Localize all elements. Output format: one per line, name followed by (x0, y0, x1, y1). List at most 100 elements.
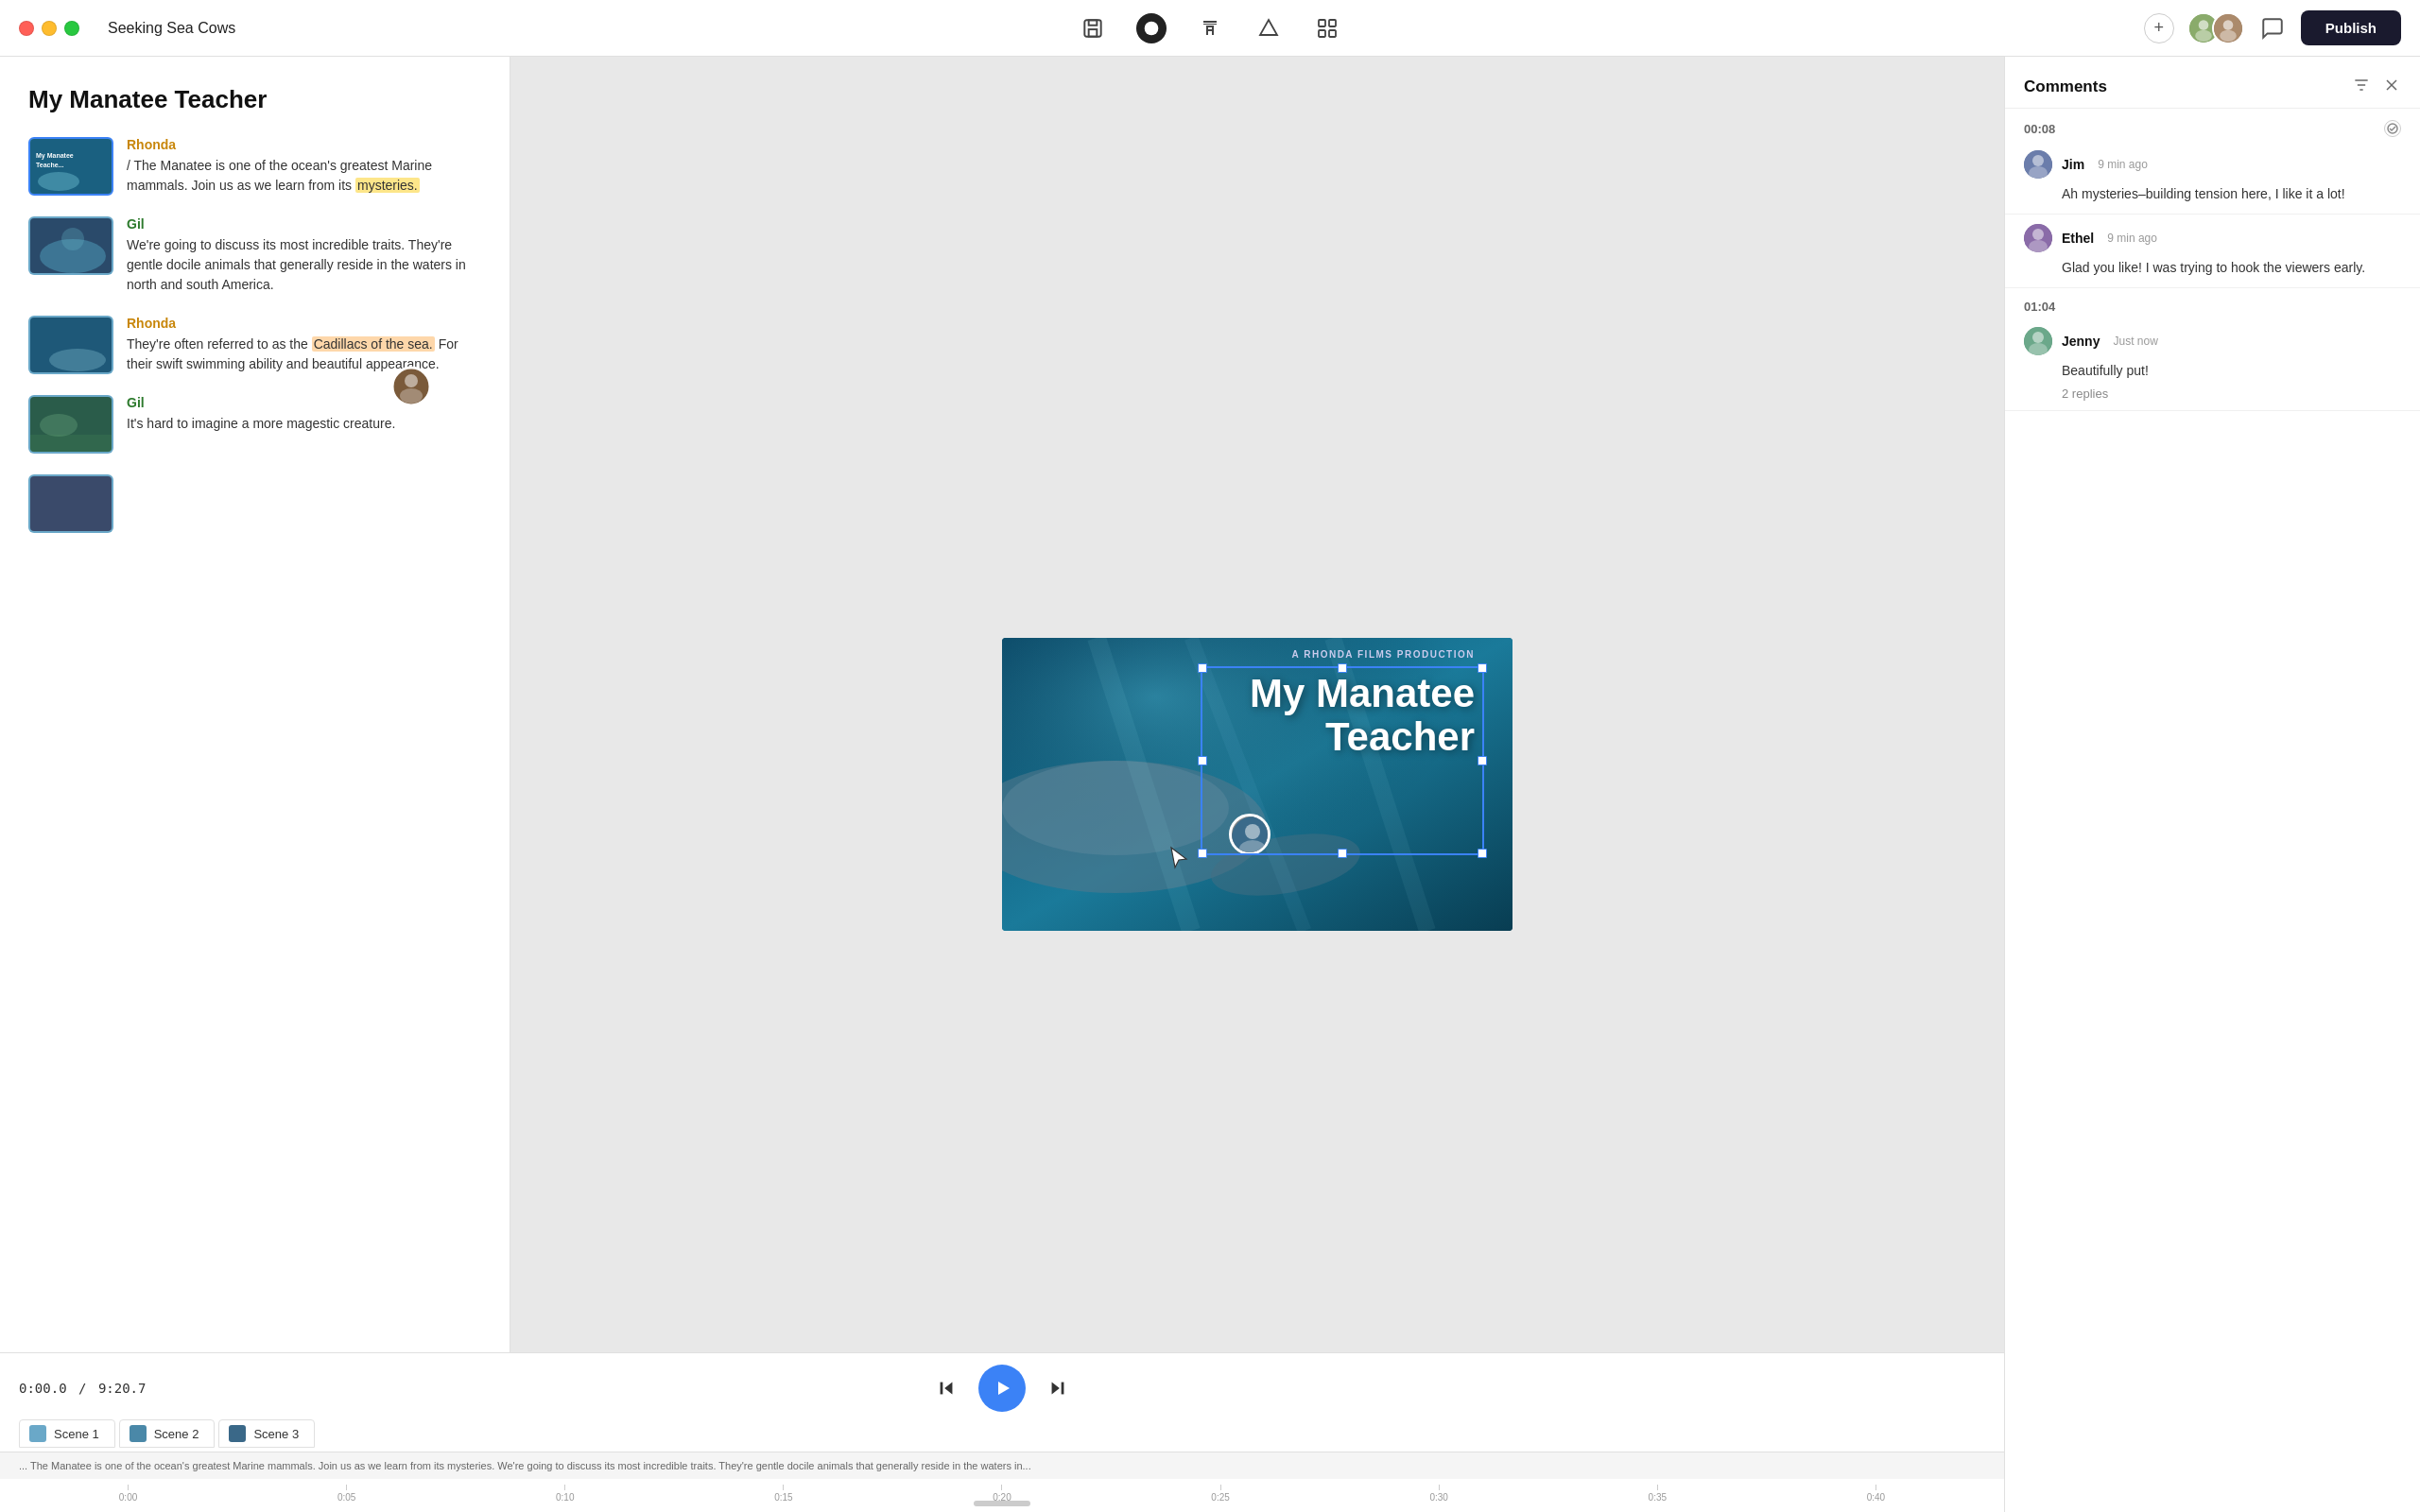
transcript-title: My Manatee Teacher (28, 85, 481, 114)
playback-controls: 0:00.0 / 9:20.7 (0, 1353, 2004, 1419)
svg-rect-2 (1089, 29, 1098, 37)
video-preview[interactable]: A RHONDA FILMS PRODUCTION My Manatee Tea… (1002, 638, 1512, 931)
collaborator-avatars (2187, 12, 2244, 44)
shape-tool-icon[interactable] (1253, 13, 1284, 43)
svg-rect-58 (941, 1383, 943, 1395)
video-production-label: A RHONDA FILMS PRODUCTION (1292, 649, 1475, 660)
publish-button[interactable]: Publish (2301, 10, 2401, 45)
chat-icon[interactable] (2257, 13, 2288, 43)
bottom-bar: 0:00.0 / 9:20.7 Scene 1 (0, 1352, 2004, 1512)
comment-meta: Ethel 9 min ago (2024, 224, 2401, 252)
commenter-name-jenny: Jenny (2062, 334, 2100, 349)
svg-rect-28 (30, 435, 113, 454)
minimize-button[interactable] (42, 21, 57, 36)
titlebar-right: + Publish (2144, 10, 2401, 45)
comment-meta: Jim 9 min ago (2024, 150, 2401, 179)
timeline-area: Scene 1 Scene 2 Scene 3 ... The Manatee … (0, 1419, 2004, 1512)
text-tool-icon[interactable] (1195, 13, 1225, 43)
segment-content: Gil It's hard to imagine a more magestic… (127, 395, 481, 454)
svg-marker-60 (1052, 1383, 1060, 1395)
segment-thumbnail[interactable] (28, 474, 113, 533)
skip-back-button[interactable] (929, 1371, 963, 1405)
transcript-segment: Gil It's hard to imagine a more magestic… (28, 395, 481, 454)
timestamp-group: 00:08 (2005, 109, 2420, 141)
ruler-tick-8: 0:40 (1767, 1485, 1985, 1503)
scene-tab-3[interactable]: Scene 3 (218, 1419, 315, 1448)
svg-point-14 (2220, 29, 2237, 41)
transcript-strip: ... The Manatee is one of the ocean's gr… (0, 1452, 2004, 1479)
play-button[interactable] (978, 1365, 1026, 1412)
commenter-name-ethel: Ethel (2062, 231, 2094, 246)
comment-meta-jenny: Jenny Just now (2024, 327, 2401, 355)
svg-marker-57 (944, 1383, 952, 1395)
comments-title: Comments (2024, 77, 2107, 96)
close-button[interactable] (19, 21, 34, 36)
segment-thumbnail[interactable] (28, 216, 113, 275)
segment-content: Rhonda / The Manatee is one of the ocean… (127, 137, 481, 196)
comment-item-jenny: Jenny Just now Beautifully put! 2 replie… (2005, 318, 2420, 411)
svg-point-40 (1245, 824, 1260, 839)
speaker-label: Gil (127, 216, 481, 232)
ruler-tick-7: 0:35 (1548, 1485, 1767, 1503)
svg-point-13 (2223, 20, 2234, 30)
comment-time-jim: 9 min ago (2098, 158, 2148, 171)
scene-tabs: Scene 1 Scene 2 Scene 3 (0, 1419, 2004, 1448)
segment-text: It's hard to imagine a more magestic cre… (127, 414, 481, 434)
segment-text: They're often referred to as the Cadilla… (127, 335, 481, 374)
close-comments-icon[interactable] (2382, 76, 2401, 98)
svg-point-55 (2032, 332, 2044, 343)
segment-text: We're going to discuss its most incredib… (127, 235, 481, 295)
speaker-label: Rhonda (127, 137, 481, 152)
transcript-panel: My Manatee Teacher My Manatee Teache... … (0, 57, 510, 1512)
ruler-tick-3: 0:15 (674, 1485, 892, 1503)
save-tool-icon[interactable] (1078, 13, 1108, 43)
segment-thumbnail[interactable] (28, 316, 113, 374)
timeline-ruler: 0:00 0:05 0:10 0:15 0:20 0:25 0:30 0:35 (0, 1479, 2004, 1512)
scene-tab-1[interactable]: Scene 1 (19, 1419, 115, 1448)
replies-link[interactable]: 2 replies (2024, 387, 2401, 401)
svg-point-11 (2195, 29, 2212, 41)
record-tool-icon[interactable] (1136, 13, 1167, 43)
highlight-mysteries: mysteries. (355, 178, 420, 193)
segment-content: Rhonda They're often referred to as the … (127, 316, 481, 374)
comment-time-jenny: Just now (2113, 335, 2157, 348)
segment-thumbnail[interactable]: My Manatee Teache... (28, 137, 113, 196)
svg-marker-59 (998, 1382, 1010, 1395)
transcript-segment (28, 474, 481, 533)
timeline-scroll-handle[interactable] (974, 1501, 1030, 1506)
comment-item: Ethel 9 min ago Glad you like! I was try… (2005, 215, 2420, 288)
skip-forward-button[interactable] (1041, 1371, 1075, 1405)
svg-rect-0 (1084, 20, 1100, 36)
svg-point-23 (49, 349, 106, 371)
svg-point-10 (2199, 20, 2209, 30)
svg-rect-6 (1329, 20, 1336, 26)
maximize-button[interactable] (64, 21, 79, 36)
avatar-on-video (1229, 814, 1270, 855)
scene-tab-2[interactable]: Scene 2 (119, 1419, 216, 1448)
commenter-avatar-jim (2024, 150, 2052, 179)
svg-rect-61 (1062, 1383, 1064, 1395)
svg-point-18 (38, 172, 79, 191)
svg-point-3 (1145, 21, 1159, 35)
segment-thumbnail[interactable] (28, 395, 113, 454)
timestamp-label-2: 01:04 (2024, 300, 2401, 314)
commenter-avatar-jenny (2024, 327, 2052, 355)
scene-icon-2 (130, 1425, 147, 1442)
comment-text-ethel: Glad you like! I was trying to hook the … (2024, 258, 2401, 278)
svg-point-25 (405, 374, 418, 387)
timestamp-check-icon[interactable] (2384, 120, 2401, 137)
comments-actions (2352, 76, 2401, 98)
grid-tool-icon[interactable] (1312, 13, 1342, 43)
segment-text: / The Manatee is one of the ocean's grea… (127, 156, 481, 196)
traffic-lights (19, 21, 79, 36)
timestamp-label: 00:08 (2024, 120, 2401, 137)
svg-point-52 (2032, 229, 2044, 240)
ruler-tick-5: 0:25 (1112, 1485, 1330, 1503)
svg-rect-7 (1319, 30, 1325, 37)
main-container: My Manatee Teacher My Manatee Teache... … (0, 57, 2420, 1512)
svg-text:Teache...: Teache... (36, 162, 63, 168)
filter-icon[interactable] (2352, 76, 2371, 98)
svg-point-49 (2032, 155, 2044, 166)
add-collaborator-button[interactable]: + (2144, 13, 2174, 43)
comment-time-ethel: 9 min ago (2107, 232, 2157, 245)
